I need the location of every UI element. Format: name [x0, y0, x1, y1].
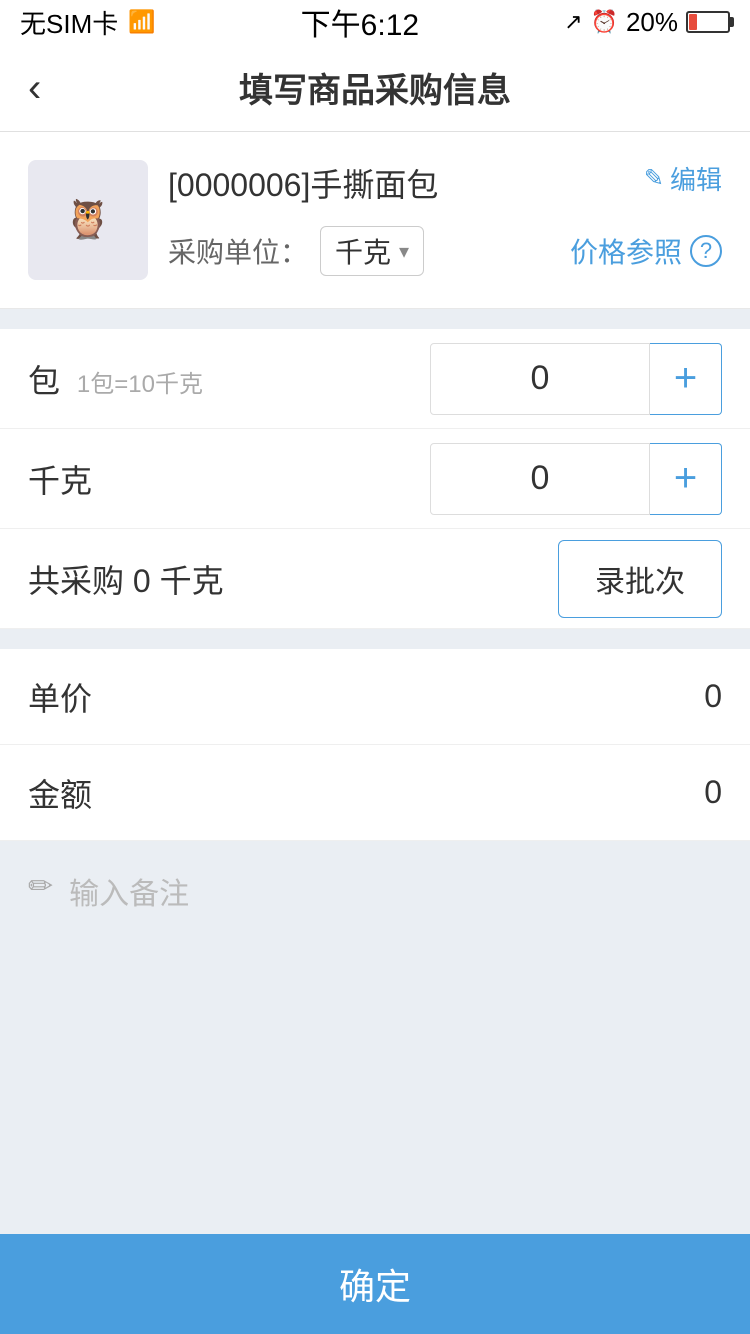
product-image: 🦉	[28, 160, 148, 280]
status-time: 下午6:12	[301, 0, 419, 44]
product-card: 🦉 [0000006]手撕面包 ✎ 编辑 采购单位： 千克 ▾ 价格参照 ?	[0, 132, 750, 309]
unit-price-row: 单价 0	[0, 649, 750, 745]
bag-sublabel: 1包=10千克	[77, 371, 203, 398]
bag-plus-button[interactable]: +	[650, 343, 722, 415]
nav-bar: ‹ 填写商品采购信息	[0, 44, 750, 132]
back-button[interactable]: ‹	[28, 68, 41, 108]
amount-label: 金额	[28, 770, 704, 816]
section-divider-2	[0, 629, 750, 649]
unit-price-label: 单价	[28, 674, 704, 720]
amount-value: 0	[704, 774, 722, 811]
product-info: [0000006]手撕面包 ✎ 编辑 采购单位： 千克 ▾ 价格参照 ?	[168, 160, 722, 276]
edit-button[interactable]: ✎ 编辑	[644, 160, 722, 197]
product-unit-row: 采购单位： 千克 ▾ 价格参照 ?	[168, 226, 722, 276]
status-bar: 无SIM卡 📶 下午6:12 ↗ ⏰ 20%	[0, 0, 750, 44]
kg-input-row: 千克 +	[0, 429, 750, 529]
price-reference-button[interactable]: 价格参照 ?	[570, 231, 722, 271]
bag-input-right: +	[203, 343, 722, 415]
battery-pct: 20%	[626, 7, 678, 38]
input-section: 包 1包=10千克 + 千克 +	[0, 329, 750, 529]
edit-icon: ✎	[644, 164, 664, 193]
unit-section: 采购单位： 千克 ▾	[168, 226, 424, 276]
status-right: ↗ ⏰ 20%	[564, 7, 730, 38]
help-icon: ?	[690, 235, 722, 267]
bag-input-row: 包 1包=10千克 +	[0, 329, 750, 429]
bag-quantity-input[interactable]	[430, 343, 650, 415]
kg-label: 千克	[28, 456, 188, 502]
price-section: 单价 0 金额 0	[0, 649, 750, 841]
price-ref-label: 价格参照	[570, 231, 682, 271]
confirm-button[interactable]: 确定	[0, 1234, 750, 1334]
alarm-icon: ⏰	[591, 9, 618, 35]
total-row: 共采购 0 千克 录批次	[0, 529, 750, 629]
chevron-down-icon: ▾	[399, 239, 409, 264]
remark-placeholder: 输入备注	[69, 869, 189, 913]
wifi-icon: 📶	[128, 9, 155, 35]
location-icon: ↗	[564, 9, 582, 35]
total-label: 共采购 0 千克	[28, 556, 558, 602]
product-name: [0000006]手撕面包	[168, 160, 624, 206]
bag-label: 包 1包=10千克	[28, 356, 203, 402]
unit-value: 千克	[335, 231, 391, 271]
product-header: [0000006]手撕面包 ✎ 编辑	[168, 160, 722, 206]
confirm-label: 确定	[339, 1258, 411, 1310]
product-logo: 🦉	[64, 198, 111, 242]
unit-select[interactable]: 千克 ▾	[320, 226, 424, 276]
kg-quantity-input[interactable]	[430, 443, 650, 515]
section-divider-1	[0, 309, 750, 329]
remark-section[interactable]: ✏ 输入备注	[0, 841, 750, 961]
kg-input-right: +	[188, 443, 722, 515]
unit-price-value: 0	[704, 678, 722, 715]
edit-label: 编辑	[670, 160, 722, 197]
record-batch-button[interactable]: 录批次	[558, 540, 722, 618]
carrier-label: 无SIM卡	[20, 4, 118, 41]
status-left: 无SIM卡 📶	[20, 4, 156, 41]
unit-label: 采购单位：	[168, 231, 308, 271]
battery-icon	[686, 11, 730, 33]
amount-row: 金额 0	[0, 745, 750, 841]
kg-plus-button[interactable]: +	[650, 443, 722, 515]
page-title: 填写商品采购信息	[239, 63, 511, 112]
pencil-icon: ✏	[28, 869, 53, 904]
